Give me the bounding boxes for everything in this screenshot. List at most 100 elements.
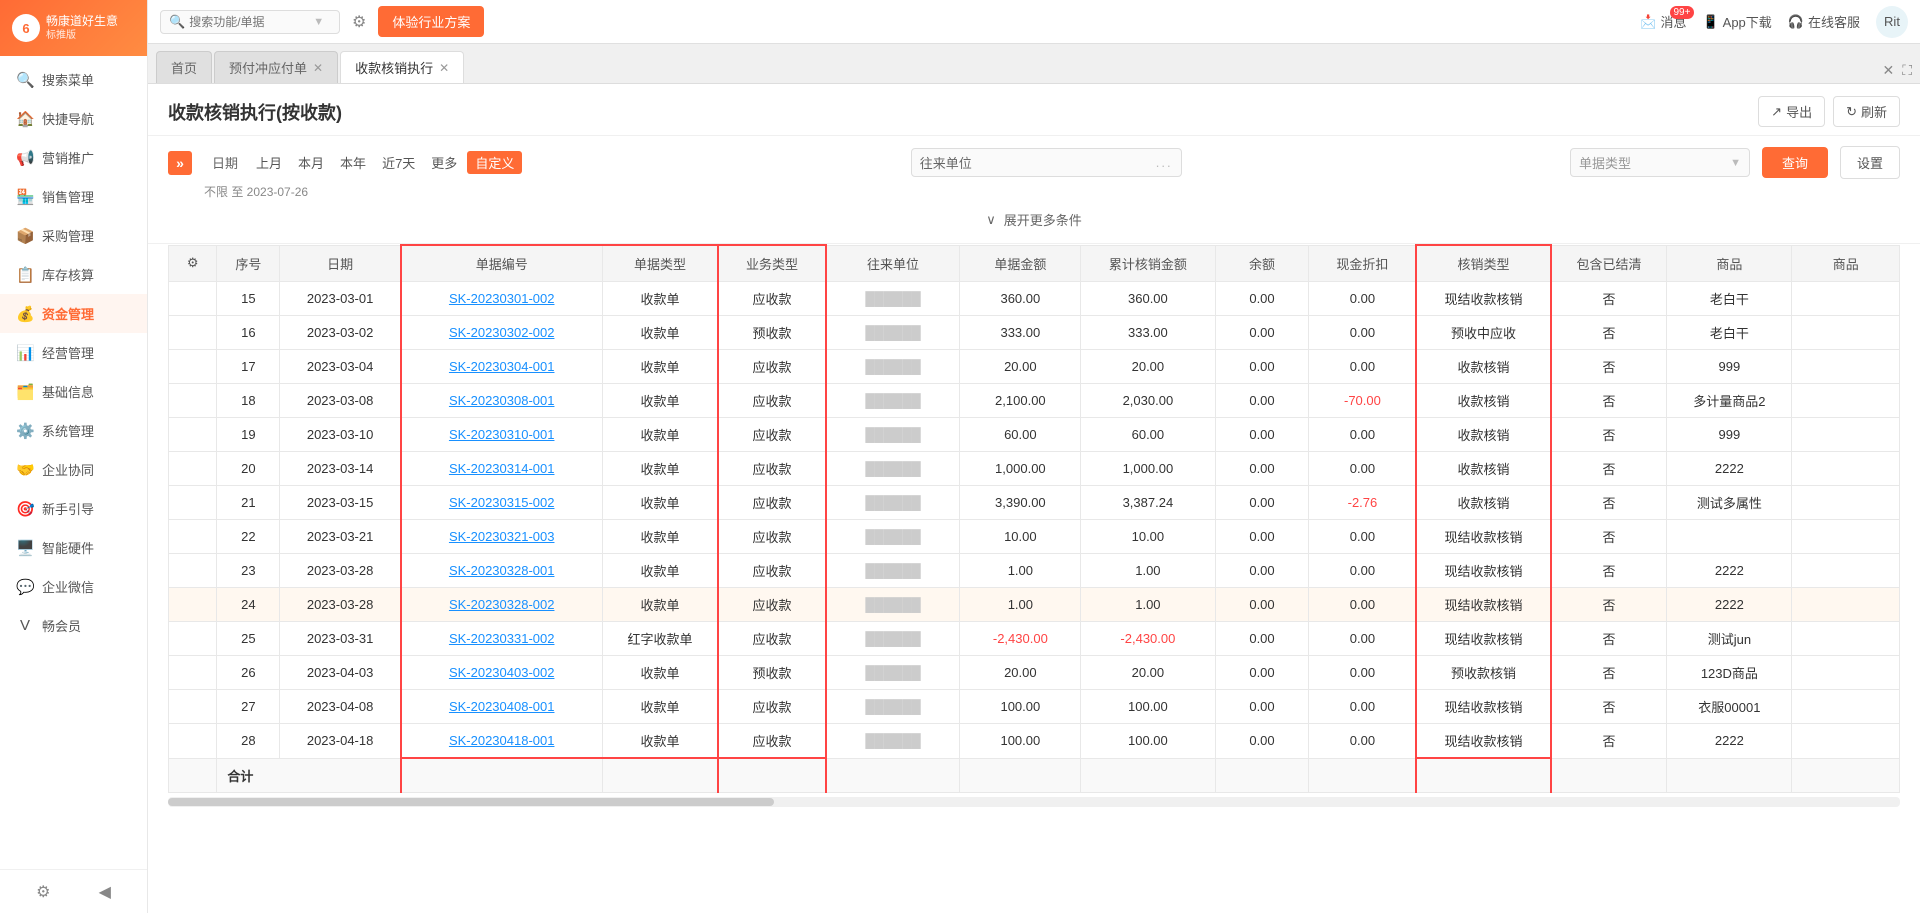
sidebar-item-member[interactable]: V 畅会员 — [0, 606, 147, 645]
more-date-btn[interactable]: 更多 — [425, 151, 463, 174]
sno-link[interactable]: SK-20230308-001 — [449, 393, 555, 408]
basic-icon: 🗂️ — [16, 383, 34, 401]
filter-toggle-btn[interactable]: » — [168, 151, 192, 175]
col-sno-header[interactable]: 单据编号 — [401, 245, 602, 282]
export-btn[interactable]: ↗ 导出 — [1758, 96, 1825, 127]
cell-discount: 0.00 — [1309, 350, 1416, 384]
this-year-btn[interactable]: 本年 — [334, 151, 372, 174]
col-balance-header[interactable]: 余额 — [1215, 245, 1309, 282]
close-all-tabs-btn[interactable]: ✕ — [1882, 62, 1894, 79]
sno-link[interactable]: SK-20230304-001 — [449, 359, 555, 374]
last-7days-btn[interactable]: 近7天 — [376, 151, 421, 174]
sno-link[interactable]: SK-20230418-001 — [449, 733, 555, 748]
data-table-wrap: ⚙ 序号 日期 单据编号 单据类型 业务类型 往来单位 单据金额 累计核销金额 … — [148, 244, 1920, 913]
sidebar-item-coop[interactable]: 🤝 企业协同 — [0, 450, 147, 489]
cell-include: 否 — [1551, 350, 1667, 384]
column-settings-icon[interactable]: ⚙ — [187, 255, 199, 270]
expand-more-btn[interactable]: ∨ 展开更多条件 — [986, 206, 1082, 233]
sno-link[interactable]: SK-20230331-002 — [449, 631, 555, 646]
col-goods-header[interactable]: 商品 — [1667, 245, 1792, 282]
partner-filter-wrap[interactable]: 往来单位 ... — [911, 148, 1182, 177]
cell-amount: 20.00 — [960, 350, 1081, 384]
tab-verify[interactable]: 收款核销执行 ✕ — [340, 51, 464, 83]
sno-link[interactable]: SK-20230328-002 — [449, 597, 555, 612]
cell-bill-type: 收款单 — [602, 350, 718, 384]
horizontal-scrollbar[interactable] — [168, 797, 1900, 807]
col-partner-header[interactable]: 往来单位 — [826, 245, 960, 282]
cell-verified: 333.00 — [1081, 316, 1215, 350]
user-avatar[interactable]: Rit — [1876, 6, 1908, 38]
scrollbar-thumb — [168, 798, 774, 806]
message-btn[interactable]: 📩 消息 99+ — [1640, 12, 1686, 31]
sno-link[interactable]: SK-20230301-002 — [449, 291, 555, 306]
bill-type-filter-wrap[interactable]: 单据类型 ▼ — [1570, 148, 1750, 177]
sidebar-item-wechat[interactable]: 💬 企业微信 — [0, 567, 147, 606]
expand-icon: ∨ — [986, 212, 996, 228]
col-date-header[interactable]: 日期 — [280, 245, 401, 282]
sidebar-item-inventory[interactable]: 📋 库存核算 — [0, 255, 147, 294]
collapse-sidebar-btn[interactable]: ◀ — [99, 882, 111, 902]
tab-verify-close[interactable]: ✕ — [439, 61, 449, 75]
gear-settings-icon[interactable]: ⚙ — [348, 12, 370, 32]
solution-btn[interactable]: 体验行业方案 — [378, 6, 484, 37]
partner-filter-input[interactable] — [976, 155, 1152, 170]
sidebar-item-sales[interactable]: 🏪 销售管理 — [0, 177, 147, 216]
cell-goods: 2222 — [1667, 452, 1792, 486]
sidebar-item-search[interactable]: 🔍 搜索菜单 — [0, 60, 147, 99]
settings-filter-btn[interactable]: 设置 — [1840, 146, 1900, 179]
query-btn[interactable]: 查询 — [1762, 147, 1828, 178]
sidebar-item-finance[interactable]: 💰 资金管理 — [0, 294, 147, 333]
sno-link[interactable]: SK-20230408-001 — [449, 699, 555, 714]
expand-tab-btn[interactable]: ⛶ — [1902, 62, 1912, 79]
col-bill-type-header[interactable]: 单据类型 — [602, 245, 718, 282]
sidebar-item-system[interactable]: ⚙️ 系统管理 — [0, 411, 147, 450]
sidebar-item-marketing[interactable]: 📢 营销推广 — [0, 138, 147, 177]
cell-sno: SK-20230304-001 — [401, 350, 602, 384]
tab-prepay-close[interactable]: ✕ — [313, 61, 323, 75]
last-month-btn[interactable]: 上月 — [250, 151, 288, 174]
sidebar-item-purchase[interactable]: 📦 采购管理 — [0, 216, 147, 255]
this-month-btn[interactable]: 本月 — [292, 151, 330, 174]
sidebar-item-hardware[interactable]: 🖥️ 智能硬件 — [0, 528, 147, 567]
cell-bill-type: 收款单 — [602, 724, 718, 759]
col-include-header[interactable]: 包含已结清 — [1551, 245, 1667, 282]
tab-prepay[interactable]: 预付冲应付单 ✕ — [214, 51, 338, 83]
tab-home[interactable]: 首页 — [156, 51, 212, 83]
cell-goods2 — [1792, 520, 1900, 554]
sno-link[interactable]: SK-20230315-002 — [449, 495, 555, 510]
search-wrap[interactable]: 🔍 ▼ — [160, 10, 340, 34]
refresh-btn[interactable]: ↻ 刷新 — [1833, 96, 1900, 127]
col-gear-header[interactable]: ⚙ — [169, 245, 217, 282]
cell-date: 2023-03-15 — [280, 486, 401, 520]
cell-discount: 0.00 — [1309, 724, 1416, 759]
col-amount-header[interactable]: 单据金额 — [960, 245, 1081, 282]
app-download-btn[interactable]: 📱 App下载 — [1702, 12, 1771, 31]
sidebar-item-guide[interactable]: 🎯 新手引导 — [0, 489, 147, 528]
cell-discount: 0.00 — [1309, 622, 1416, 656]
sno-link[interactable]: SK-20230302-002 — [449, 325, 555, 340]
finance-icon: 💰 — [16, 305, 34, 323]
sno-link[interactable]: SK-20230321-003 — [449, 529, 555, 544]
col-verified-header[interactable]: 累计核销金额 — [1081, 245, 1215, 282]
sidebar-item-quicknav[interactable]: 🏠 快捷导航 — [0, 99, 147, 138]
table-total-row: 合计 — [169, 758, 1900, 792]
table-row: 19 2023-03-10 SK-20230310-001 收款单 应收款 ██… — [169, 418, 1900, 452]
custom-date-btn[interactable]: 自定义 — [467, 151, 522, 174]
col-goods2-header[interactable]: 商品 — [1792, 245, 1900, 282]
sno-link[interactable]: SK-20230403-002 — [449, 665, 555, 680]
sno-link[interactable]: SK-20230314-001 — [449, 461, 555, 476]
cell-seq: 22 — [217, 520, 280, 554]
sno-link[interactable]: SK-20230328-001 — [449, 563, 555, 578]
sno-link[interactable]: SK-20230310-001 — [449, 427, 555, 442]
cell-verified: 1,000.00 — [1081, 452, 1215, 486]
sidebar-item-basic[interactable]: 🗂️ 基础信息 — [0, 372, 147, 411]
col-cls-type-header[interactable]: 核销类型 — [1416, 245, 1550, 282]
col-discount-header[interactable]: 现金折扣 — [1309, 245, 1416, 282]
sidebar-item-ops[interactable]: 📊 经营管理 — [0, 333, 147, 372]
col-biz-type-header[interactable]: 业务类型 — [718, 245, 825, 282]
settings-footer-btn[interactable]: ⚙ — [36, 882, 50, 902]
cell-partner: ██████ — [826, 656, 960, 690]
support-btn[interactable]: 🎧 在线客服 — [1788, 12, 1860, 31]
search-input[interactable] — [189, 15, 309, 29]
sidebar-item-member-label: 畅会员 — [42, 616, 81, 635]
